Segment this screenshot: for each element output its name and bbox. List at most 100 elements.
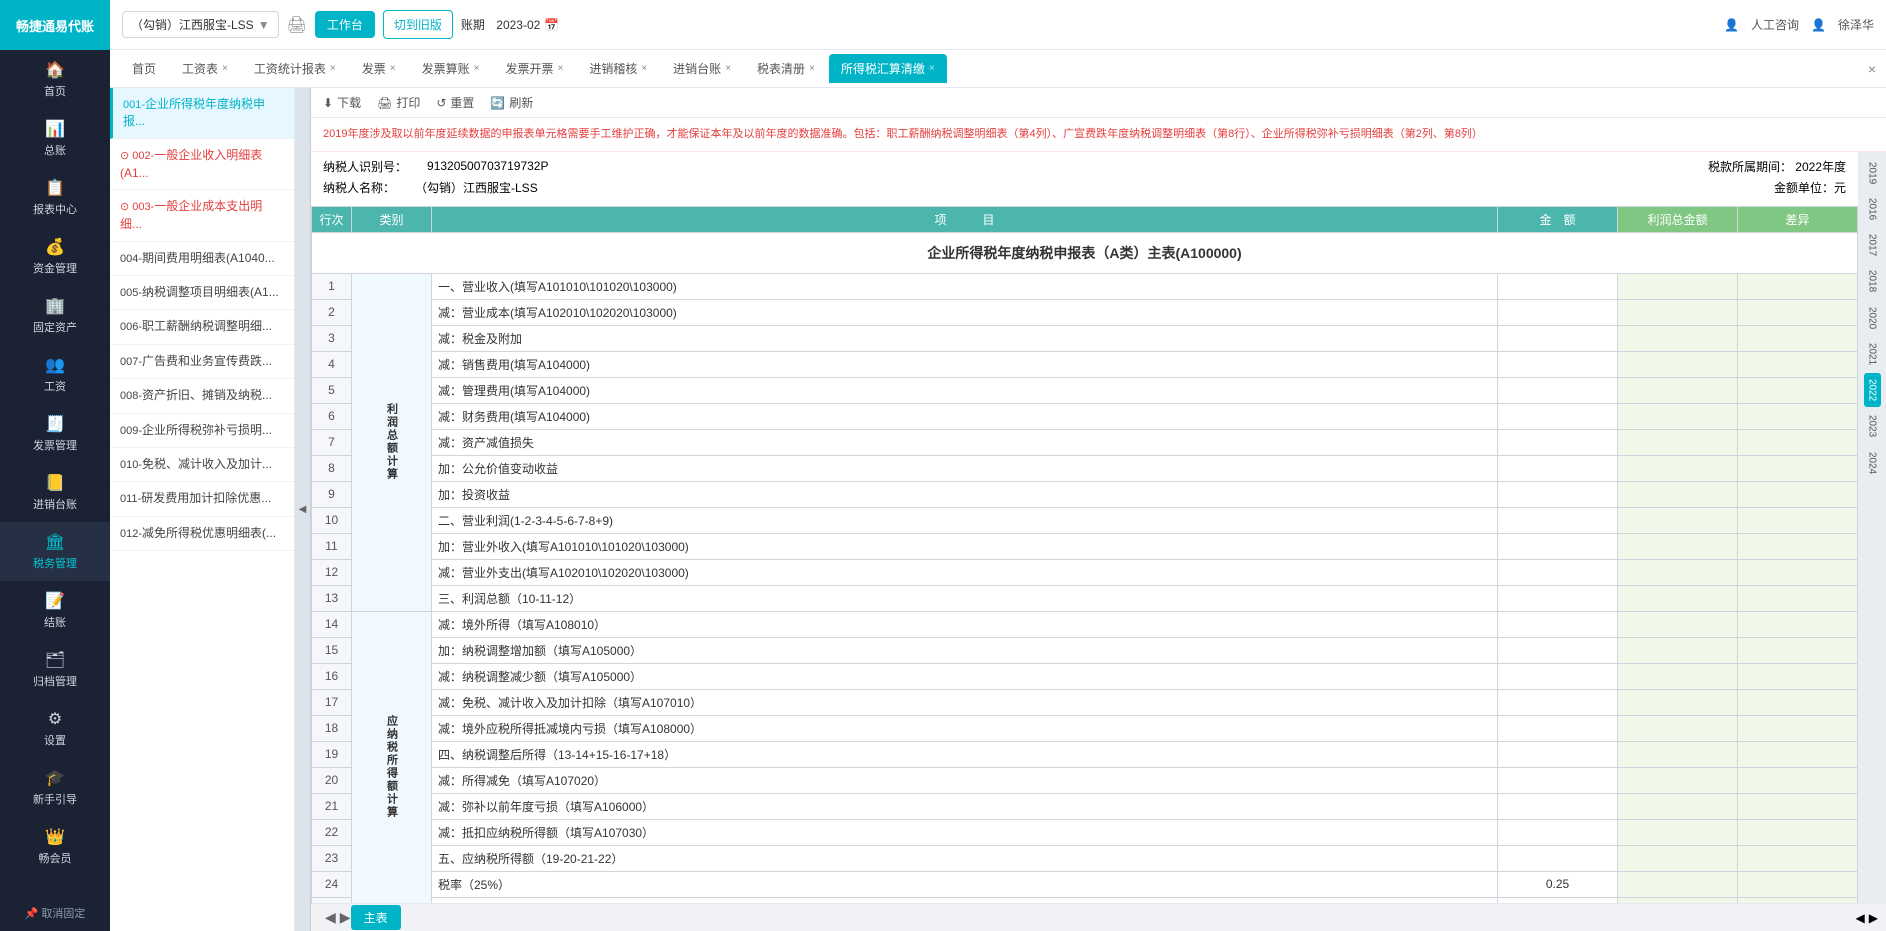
- item-cell[interactable]: 四、纳税调整后所得（13-14+15-16-17+18）: [432, 741, 1498, 767]
- diff-cell[interactable]: [1738, 637, 1858, 663]
- amount-cell[interactable]: [1498, 325, 1618, 351]
- sidebar-item-funds[interactable]: 💰 资金管理: [0, 227, 110, 286]
- left-panel-item-009[interactable]: 009-企业所得税弥补亏损明...: [110, 414, 294, 448]
- tab-close-icon[interactable]: ×: [557, 63, 563, 74]
- item-cell[interactable]: 五、应纳税所得额（19-20-21-22）: [432, 845, 1498, 871]
- diff-cell[interactable]: [1738, 299, 1858, 325]
- profit-cell[interactable]: [1618, 455, 1738, 481]
- item-cell[interactable]: 加：营业外收入(填写A101010\101020\103000): [432, 533, 1498, 559]
- tab-payroll-report[interactable]: 工资统计报表 ×: [242, 54, 348, 83]
- amount-cell[interactable]: [1498, 299, 1618, 325]
- item-cell[interactable]: 减：管理费用(填写A104000): [432, 377, 1498, 403]
- amount-cell[interactable]: [1498, 455, 1618, 481]
- user-service-label[interactable]: 人工咨询: [1751, 16, 1799, 33]
- sidebar-pin-toggle[interactable]: 📌 取消固定: [0, 895, 110, 931]
- sidebar-item-tax[interactable]: 🏛 税务管理: [0, 522, 110, 581]
- profit-cell[interactable]: [1618, 533, 1738, 559]
- diff-cell[interactable]: [1738, 507, 1858, 533]
- item-cell[interactable]: 税率（25%）: [432, 871, 1498, 897]
- amount-cell[interactable]: [1498, 585, 1618, 611]
- diff-cell[interactable]: [1738, 611, 1858, 637]
- amount-cell[interactable]: [1498, 819, 1618, 845]
- refresh-button[interactable]: 🔄 刷新: [490, 94, 533, 111]
- tab-close-icon[interactable]: ×: [330, 63, 336, 74]
- year-2017[interactable]: 2017: [1864, 228, 1881, 262]
- year-2024[interactable]: 2024: [1864, 446, 1881, 480]
- tab-close-icon[interactable]: ×: [929, 63, 935, 74]
- sidebar-item-reports[interactable]: 📋 报表中心: [0, 168, 110, 227]
- amount-cell[interactable]: [1498, 663, 1618, 689]
- collapse-panel-button[interactable]: ◀: [295, 88, 311, 931]
- profit-cell[interactable]: [1618, 273, 1738, 299]
- profit-cell[interactable]: [1618, 871, 1738, 897]
- diff-cell[interactable]: [1738, 429, 1858, 455]
- amount-cell[interactable]: [1498, 845, 1618, 871]
- tab-close-icon[interactable]: ×: [390, 63, 396, 74]
- profit-cell[interactable]: [1618, 377, 1738, 403]
- bottom-tab-main[interactable]: 主表: [351, 905, 401, 930]
- next-sheet-icon[interactable]: ▶: [340, 909, 351, 926]
- diff-cell[interactable]: [1738, 585, 1858, 611]
- diff-cell[interactable]: [1738, 403, 1858, 429]
- tab-payroll[interactable]: 工资表 ×: [170, 54, 240, 83]
- item-cell[interactable]: 减：销售费用(填写A104000): [432, 351, 1498, 377]
- year-2020[interactable]: 2020: [1864, 301, 1881, 335]
- tab-ledger[interactable]: 进销台账 ×: [661, 54, 743, 83]
- item-cell[interactable]: 二、营业利润(1-2-3-4-5-6-7-8+9): [432, 507, 1498, 533]
- amount-cell[interactable]: 0.25: [1498, 871, 1618, 897]
- close-all-tabs-icon[interactable]: ×: [1868, 61, 1876, 77]
- tab-home[interactable]: 首页: [120, 54, 168, 83]
- year-2023[interactable]: 2023: [1864, 409, 1881, 443]
- profit-cell[interactable]: [1618, 403, 1738, 429]
- amount-cell[interactable]: [1498, 273, 1618, 299]
- profit-cell[interactable]: [1618, 715, 1738, 741]
- profit-cell[interactable]: [1618, 819, 1738, 845]
- profit-cell[interactable]: [1618, 481, 1738, 507]
- amount-cell[interactable]: [1498, 715, 1618, 741]
- diff-cell[interactable]: [1738, 793, 1858, 819]
- profit-cell[interactable]: [1618, 793, 1738, 819]
- sidebar-item-guide[interactable]: 🎓 新手引导: [0, 758, 110, 817]
- left-panel-item-006[interactable]: 006-职工薪酬纳税调整明细...: [110, 310, 294, 344]
- diff-cell[interactable]: [1738, 559, 1858, 585]
- left-panel-item-003[interactable]: ⊙ 003-一般企业成本支出明细...: [110, 190, 294, 241]
- left-panel-item-012[interactable]: 012-减免所得税优惠明细表(...: [110, 517, 294, 551]
- item-cell[interactable]: 加：纳税调整增加额（填写A105000）: [432, 637, 1498, 663]
- item-cell[interactable]: 加：公允价值变动收益: [432, 455, 1498, 481]
- profit-cell[interactable]: [1618, 507, 1738, 533]
- tab-invoice-open[interactable]: 发票开票 ×: [493, 54, 575, 83]
- diff-cell[interactable]: [1738, 481, 1858, 507]
- sidebar-item-archive[interactable]: 🗂 归档管理: [0, 640, 110, 699]
- amount-cell[interactable]: [1498, 377, 1618, 403]
- reset-button[interactable]: ↺ 重置: [436, 94, 474, 111]
- tab-close-icon[interactable]: ×: [641, 63, 647, 74]
- profit-cell[interactable]: [1618, 429, 1738, 455]
- sidebar-item-assets[interactable]: 🏢 固定资产: [0, 286, 110, 345]
- year-2018[interactable]: 2018: [1864, 264, 1881, 298]
- left-panel-item-008[interactable]: 008-资产折旧、摊销及纳税...: [110, 379, 294, 413]
- diff-cell[interactable]: [1738, 663, 1858, 689]
- diff-cell[interactable]: [1738, 767, 1858, 793]
- item-cell[interactable]: 减：境外所得（填写A108010）: [432, 611, 1498, 637]
- print-button[interactable]: 🖨 打印: [377, 94, 420, 111]
- diff-cell[interactable]: [1738, 845, 1858, 871]
- profit-cell[interactable]: [1618, 351, 1738, 377]
- left-panel-item-011[interactable]: 011-研发费用加计扣除优惠...: [110, 482, 294, 516]
- sidebar-item-member[interactable]: 👑 畅会员: [0, 817, 110, 876]
- item-cell[interactable]: 加：投资收益: [432, 481, 1498, 507]
- tab-tax-list[interactable]: 税表清册 ×: [745, 54, 827, 83]
- profit-cell[interactable]: [1618, 611, 1738, 637]
- amount-cell[interactable]: [1498, 793, 1618, 819]
- tab-invoice-calc[interactable]: 发票算账 ×: [410, 54, 492, 83]
- item-cell[interactable]: 减：弥补以前年度亏损（填写A106000）: [432, 793, 1498, 819]
- scroll-right-icon[interactable]: ▶: [1869, 911, 1878, 925]
- item-cell[interactable]: 减：境外应税所得抵减境内亏损（填写A108000）: [432, 715, 1498, 741]
- download-button[interactable]: ⬇ 下载: [323, 94, 361, 111]
- year-2021[interactable]: 2021: [1864, 337, 1881, 371]
- prev-sheet-icon[interactable]: ◀: [325, 909, 336, 926]
- amount-cell[interactable]: [1498, 767, 1618, 793]
- amount-cell[interactable]: [1498, 481, 1618, 507]
- year-2019[interactable]: 2019: [1864, 156, 1881, 190]
- item-cell[interactable]: 减：财务费用(填写A104000): [432, 403, 1498, 429]
- tab-close-icon[interactable]: ×: [474, 63, 480, 74]
